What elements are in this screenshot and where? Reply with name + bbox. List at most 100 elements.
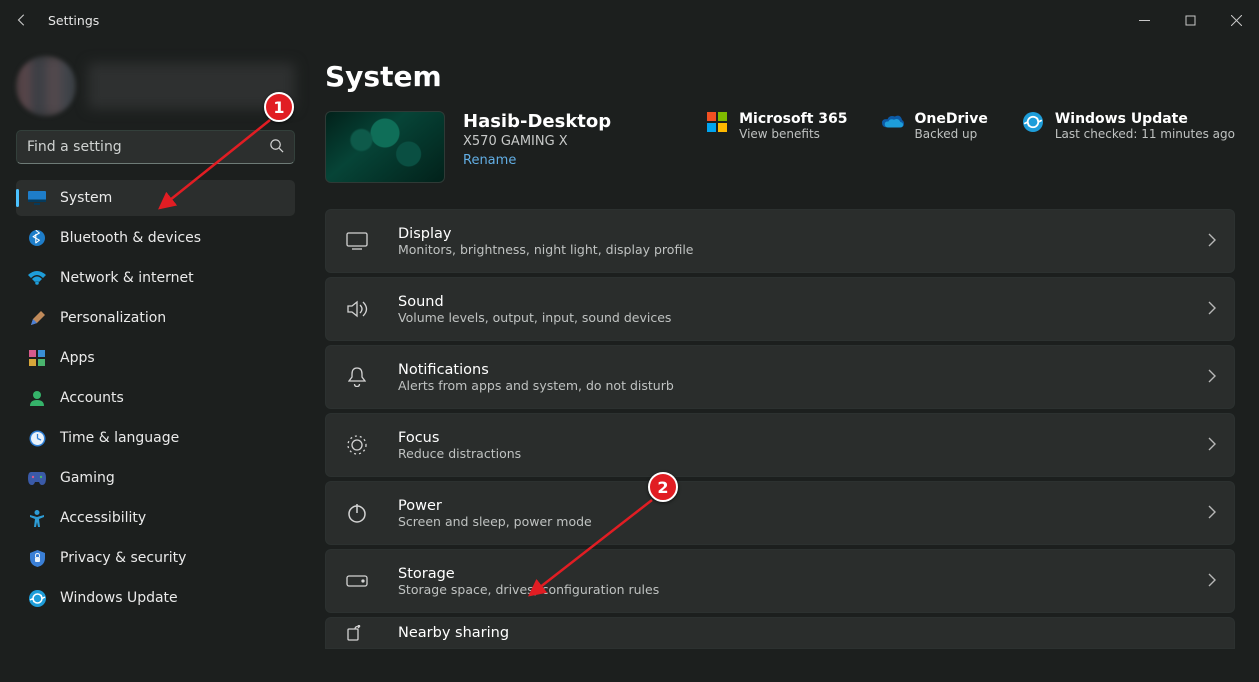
main-content: System Hasib-Desktop X570 GAMING X Renam… [311, 40, 1259, 682]
drive-icon [336, 575, 378, 587]
sidebar-item-label: Windows Update [60, 590, 178, 606]
sidebar-item-label: Time & language [60, 430, 179, 446]
device-model: X570 GAMING X [463, 134, 611, 149]
update-icon [1022, 111, 1044, 133]
chevron-right-icon [1208, 504, 1216, 523]
card-display[interactable]: DisplayMonitors, brightness, night light… [325, 209, 1235, 273]
close-button[interactable] [1213, 5, 1259, 35]
card-desc: Volume levels, output, input, sound devi… [398, 310, 671, 325]
minimize-button[interactable] [1121, 5, 1167, 35]
settings-list: DisplayMonitors, brightness, night light… [325, 209, 1235, 649]
device-card[interactable]: Hasib-Desktop X570 GAMING X Rename [325, 111, 611, 183]
profile-block[interactable] [16, 52, 295, 130]
focus-icon [336, 435, 378, 455]
m365-title: Microsoft 365 [739, 111, 847, 127]
card-title: Storage [398, 566, 659, 582]
onedrive-card[interactable]: OneDriveBacked up [882, 111, 988, 141]
sidebar-item-label: Personalization [60, 310, 166, 326]
chevron-right-icon [1208, 232, 1216, 251]
wu-title: Windows Update [1055, 111, 1235, 127]
sidebar-item-label: Bluetooth & devices [60, 230, 201, 246]
card-title: Power [398, 498, 592, 514]
person-icon [28, 389, 46, 407]
sidebar: System Bluetooth & devices Network & int… [0, 40, 311, 682]
card-title: Sound [398, 294, 671, 310]
card-storage[interactable]: StorageStorage space, drives, configurat… [325, 549, 1235, 613]
card-desc: Monitors, brightness, night light, displ… [398, 242, 693, 257]
search-icon [269, 138, 284, 157]
bluetooth-icon [28, 229, 46, 247]
card-title: Nearby sharing [398, 625, 509, 641]
card-desc: Alerts from apps and system, do not dist… [398, 378, 674, 393]
rename-link[interactable]: Rename [463, 153, 611, 168]
card-nearby-sharing[interactable]: Nearby sharing [325, 617, 1235, 649]
sidebar-item-time-language[interactable]: Time & language [16, 420, 295, 456]
profile-name-redacted [88, 63, 295, 109]
paintbrush-icon [28, 309, 46, 327]
card-title: Focus [398, 430, 521, 446]
sidebar-item-accessibility[interactable]: Accessibility [16, 500, 295, 536]
onedrive-title: OneDrive [915, 111, 988, 127]
microsoft-logo-icon [706, 111, 728, 133]
nav-list: System Bluetooth & devices Network & int… [16, 180, 295, 616]
windows-update-card[interactable]: Windows UpdateLast checked: 11 minutes a… [1022, 111, 1235, 141]
sidebar-item-accounts[interactable]: Accounts [16, 380, 295, 416]
onedrive-subtitle: Backed up [915, 127, 988, 141]
card-power[interactable]: PowerScreen and sleep, power mode [325, 481, 1235, 545]
card-notifications[interactable]: NotificationsAlerts from apps and system… [325, 345, 1235, 409]
sidebar-item-bluetooth[interactable]: Bluetooth & devices [16, 220, 295, 256]
back-button[interactable] [14, 12, 30, 28]
card-focus[interactable]: FocusReduce distractions [325, 413, 1235, 477]
sidebar-item-label: Gaming [60, 470, 115, 486]
sidebar-item-label: Network & internet [60, 270, 194, 286]
sound-icon [336, 300, 378, 318]
sidebar-item-label: Accounts [60, 390, 124, 406]
clock-icon [28, 429, 46, 447]
sidebar-item-apps[interactable]: Apps [16, 340, 295, 376]
shield-icon [28, 549, 46, 567]
avatar [16, 56, 76, 116]
sidebar-item-label: System [60, 190, 112, 206]
chevron-right-icon [1208, 368, 1216, 387]
bell-icon [336, 367, 378, 387]
chevron-right-icon [1208, 300, 1216, 319]
sidebar-item-windows-update[interactable]: Windows Update [16, 580, 295, 616]
card-title: Notifications [398, 362, 674, 378]
m365-card[interactable]: Microsoft 365View benefits [706, 111, 847, 141]
sidebar-item-system[interactable]: System [16, 180, 295, 216]
search-input[interactable] [27, 139, 269, 155]
share-icon [336, 625, 378, 641]
chevron-right-icon [1208, 572, 1216, 591]
app-title: Settings [48, 13, 99, 28]
sidebar-item-label: Privacy & security [60, 550, 186, 566]
gamepad-icon [28, 469, 46, 487]
sidebar-item-label: Apps [60, 350, 95, 366]
onedrive-icon [882, 111, 904, 133]
card-sound[interactable]: SoundVolume levels, output, input, sound… [325, 277, 1235, 341]
power-icon [336, 503, 378, 523]
wallpaper-thumb [325, 111, 445, 183]
device-name: Hasib-Desktop [463, 111, 611, 132]
m365-subtitle: View benefits [739, 127, 847, 141]
display-icon [28, 189, 46, 207]
card-title: Display [398, 226, 693, 242]
device-strip: Hasib-Desktop X570 GAMING X Rename Micro… [325, 111, 1235, 183]
sidebar-item-network[interactable]: Network & internet [16, 260, 295, 296]
sidebar-item-gaming[interactable]: Gaming [16, 460, 295, 496]
search-box[interactable] [16, 130, 295, 164]
wifi-icon [28, 269, 46, 287]
display-icon [336, 232, 378, 250]
card-desc: Screen and sleep, power mode [398, 514, 592, 529]
apps-icon [28, 349, 46, 367]
update-icon [28, 589, 46, 607]
card-desc: Storage space, drives, configuration rul… [398, 582, 659, 597]
sidebar-item-privacy[interactable]: Privacy & security [16, 540, 295, 576]
window-controls [1121, 5, 1259, 35]
chevron-right-icon [1208, 436, 1216, 455]
page-title: System [325, 60, 1235, 93]
sidebar-item-personalization[interactable]: Personalization [16, 300, 295, 336]
titlebar: Settings [0, 0, 1259, 40]
maximize-button[interactable] [1167, 5, 1213, 35]
card-desc: Reduce distractions [398, 446, 521, 461]
wu-subtitle: Last checked: 11 minutes ago [1055, 127, 1235, 141]
